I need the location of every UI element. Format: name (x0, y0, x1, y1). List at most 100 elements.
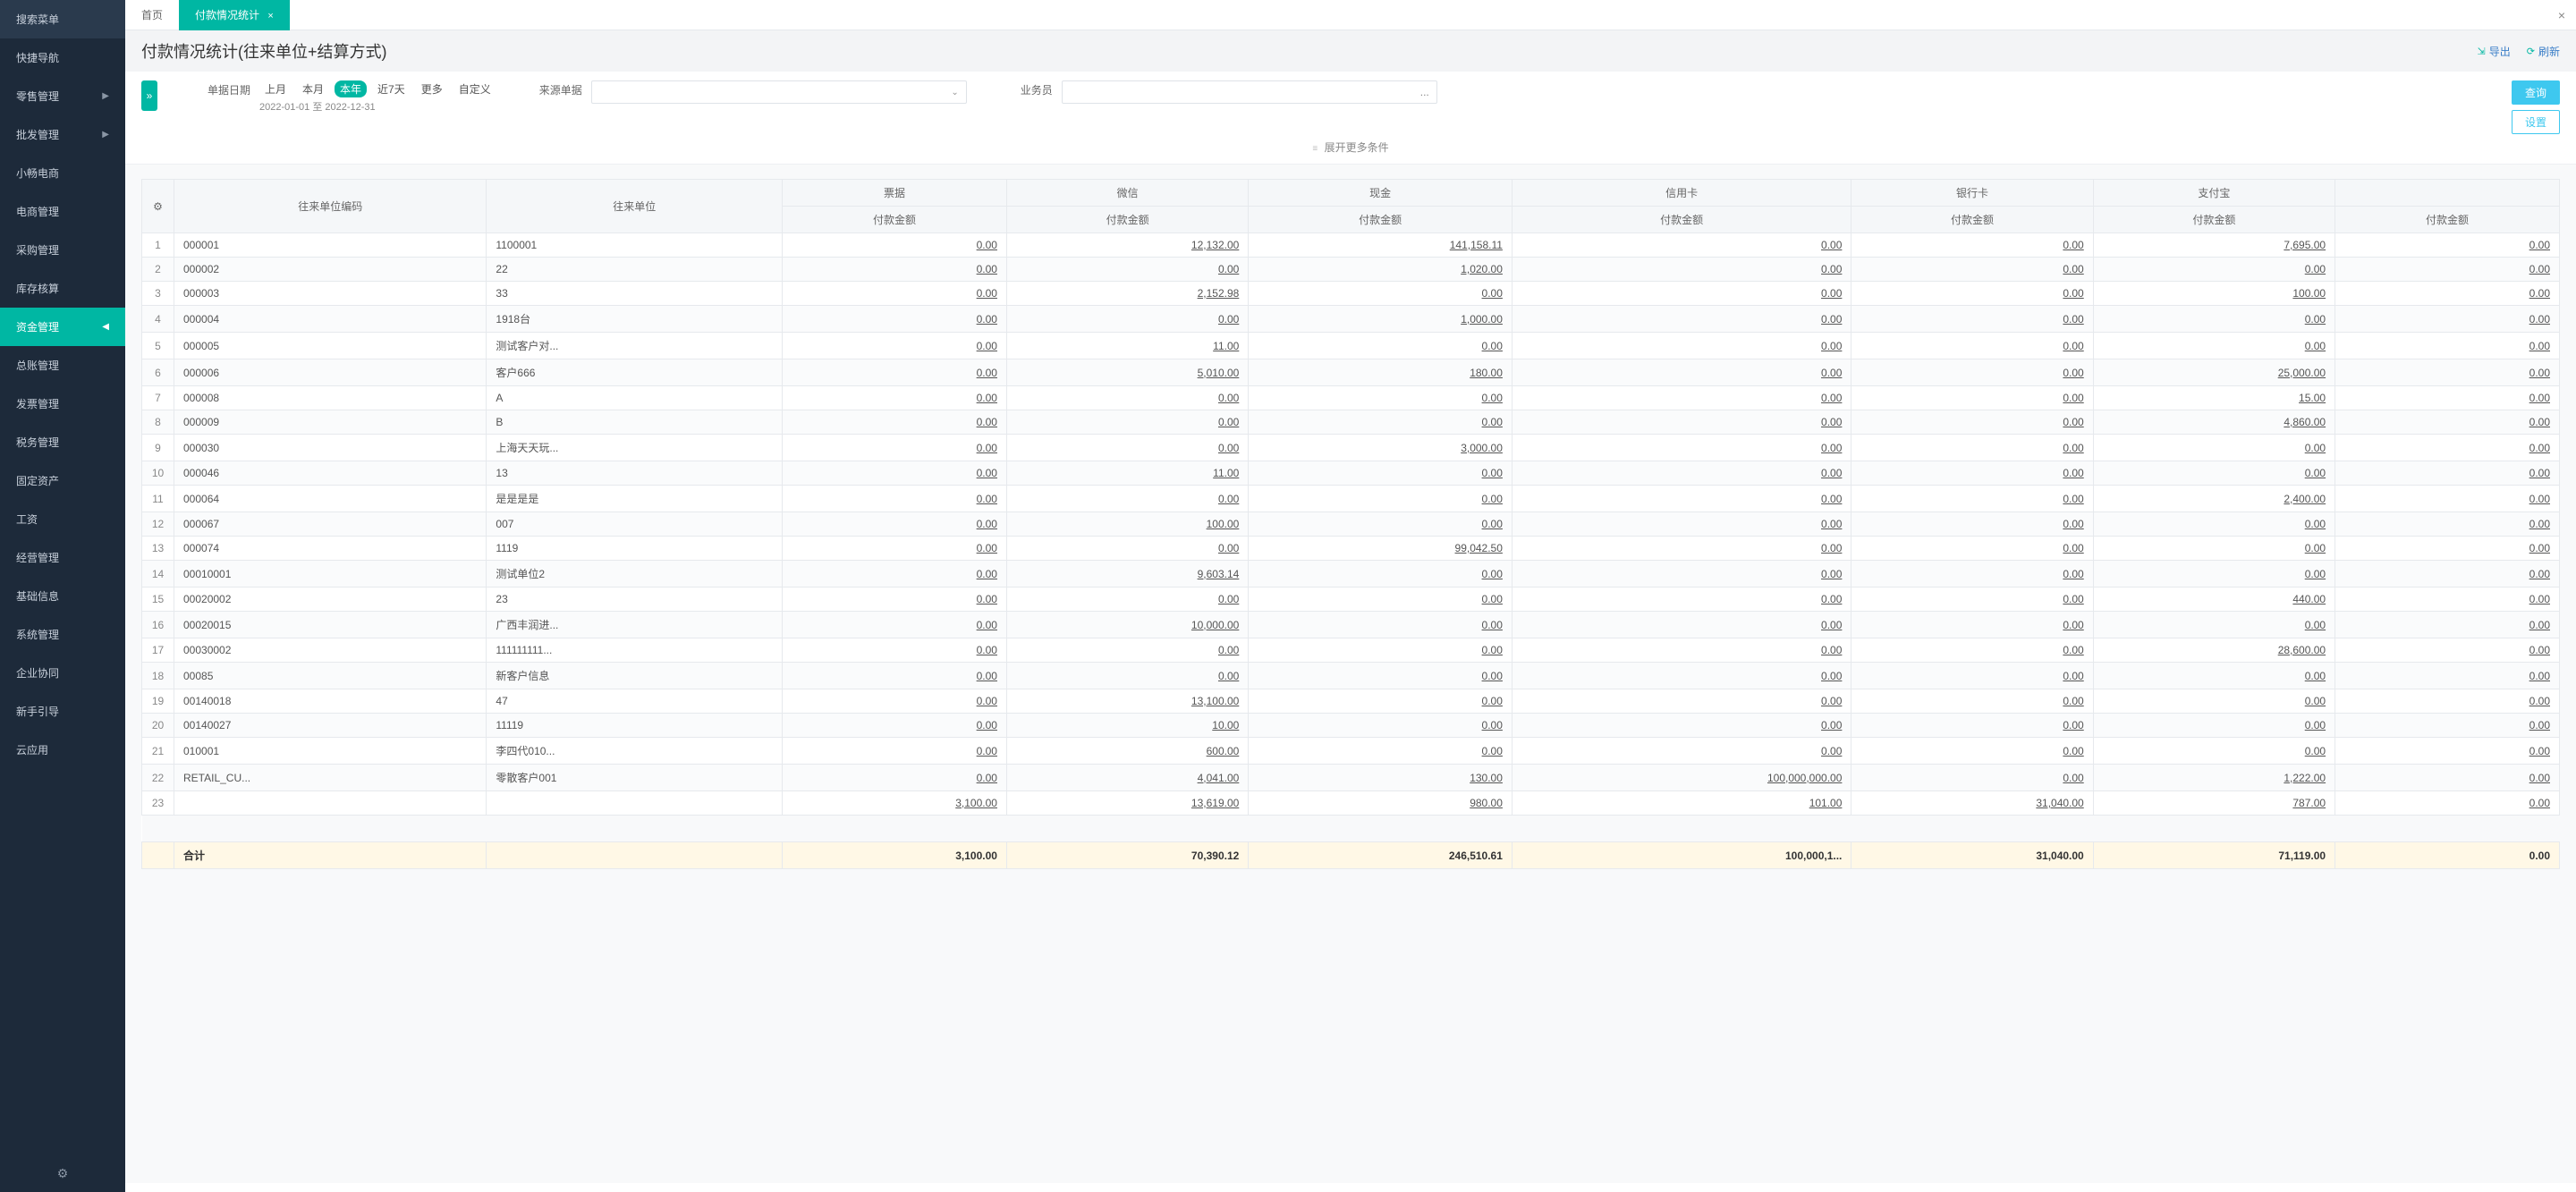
sidebar-item-6[interactable]: 采购管理 (0, 231, 125, 269)
amount-link[interactable]: 0.00 (1821, 340, 1842, 352)
amount-link[interactable]: 0.00 (1482, 719, 1503, 731)
amount-link[interactable]: 0.00 (2529, 542, 2550, 554)
amount-link[interactable]: 0.00 (2529, 392, 2550, 404)
amount-link[interactable]: 10.00 (1212, 719, 1239, 731)
amount-link[interactable]: 28,600.00 (2278, 644, 2326, 656)
col-code[interactable]: 往来单位编码 (174, 180, 487, 233)
amount-link[interactable]: 1,020.00 (1461, 263, 1503, 275)
table-row[interactable]: 21010001李四代010...0.00600.000.000.000.000… (142, 738, 2560, 765)
amount-link[interactable]: 0.00 (977, 619, 997, 631)
settings-button[interactable]: 设置 (2512, 110, 2560, 134)
amount-link[interactable]: 0.00 (1482, 695, 1503, 707)
table-row[interactable]: 7000008A0.000.000.000.000.0015.000.00 (142, 386, 2560, 410)
amount-link[interactable]: 0.00 (977, 568, 997, 580)
amount-link[interactable]: 0.00 (2529, 416, 2550, 428)
table-row[interactable]: 5000005测试客户对...0.0011.000.000.000.000.00… (142, 333, 2560, 359)
amount-link[interactable]: 0.00 (1821, 493, 1842, 505)
amount-link[interactable]: 0.00 (1821, 239, 1842, 251)
amount-link[interactable]: 101.00 (1809, 797, 1843, 809)
amount-link[interactable]: 0.00 (1218, 542, 1239, 554)
sidebar-item-1[interactable]: 快捷导航 (0, 38, 125, 77)
table-row[interactable]: 120000670070.00100.000.000.000.000.000.0… (142, 512, 2560, 537)
amount-link[interactable]: 0.00 (2063, 593, 2083, 605)
amount-link[interactable]: 0.00 (1821, 263, 1842, 275)
amount-link[interactable]: 0.00 (1821, 467, 1842, 479)
amount-link[interactable]: 0.00 (2063, 340, 2083, 352)
amount-link[interactable]: 0.00 (2063, 695, 2083, 707)
amount-link[interactable]: 0.00 (2529, 442, 2550, 454)
source-select[interactable]: ⌄ (591, 80, 967, 104)
amount-link[interactable]: 0.00 (2305, 263, 2326, 275)
sidebar-item-2[interactable]: 零售管理▶ (0, 77, 125, 115)
table-row[interactable]: 2000002220.000.001,020.000.000.000.000.0… (142, 258, 2560, 282)
col-group-1[interactable]: 微信 (1006, 180, 1248, 207)
amount-link[interactable]: 0.00 (2529, 493, 2550, 505)
amount-link[interactable]: 0.00 (977, 719, 997, 731)
amount-link[interactable]: 0.00 (2063, 367, 2083, 379)
amount-link[interactable]: 0.00 (977, 467, 997, 479)
amount-link[interactable]: 11.00 (1213, 340, 1239, 352)
amount-link[interactable]: 0.00 (1218, 670, 1239, 682)
amount-link[interactable]: 0.00 (2529, 518, 2550, 530)
amount-link[interactable]: 3,000.00 (1461, 442, 1503, 454)
table-row[interactable]: 1800085新客户信息0.000.000.000.000.000.000.00 (142, 663, 2560, 689)
amount-link[interactable]: 0.00 (977, 745, 997, 757)
amount-link[interactable]: 0.00 (2063, 263, 2083, 275)
amount-link[interactable]: 12,132.00 (1191, 239, 1239, 251)
amount-link[interactable]: 2,152.98 (1198, 287, 1240, 300)
amount-link[interactable]: 0.00 (1821, 719, 1842, 731)
amount-link[interactable]: 0.00 (2063, 670, 2083, 682)
amount-link[interactable]: 0.00 (1821, 745, 1842, 757)
export-button[interactable]: ⇲ 导出 (2478, 44, 2511, 59)
table-row[interactable]: 1900140018470.0013,100.000.000.000.000.0… (142, 689, 2560, 714)
amount-link[interactable]: 0.00 (2063, 619, 2083, 631)
amount-link[interactable]: 0.00 (1482, 670, 1503, 682)
amount-link[interactable]: 180.00 (1470, 367, 1503, 379)
amount-link[interactable]: 0.00 (1218, 416, 1239, 428)
query-button[interactable]: 查询 (2512, 80, 2560, 105)
amount-link[interactable]: 0.00 (2305, 313, 2326, 325)
col-sub-1[interactable]: 付款金额 (1006, 207, 1248, 233)
amount-link[interactable]: 0.00 (2063, 719, 2083, 731)
amount-link[interactable]: 0.00 (2305, 619, 2326, 631)
amount-link[interactable]: 0.00 (977, 287, 997, 300)
amount-link[interactable]: 0.00 (2305, 340, 2326, 352)
amount-link[interactable]: 0.00 (2529, 797, 2550, 809)
filter-collapse-handle[interactable]: » (141, 80, 157, 111)
refresh-button[interactable]: ⟳ 刷新 (2527, 44, 2560, 59)
amount-link[interactable]: 0.00 (1821, 542, 1842, 554)
amount-link[interactable]: 0.00 (2529, 670, 2550, 682)
amount-link[interactable]: 0.00 (977, 416, 997, 428)
amount-link[interactable]: 0.00 (1482, 493, 1503, 505)
date-opt-this-year[interactable]: 本年 (335, 80, 367, 97)
amount-link[interactable]: 0.00 (2305, 568, 2326, 580)
amount-link[interactable]: 0.00 (2063, 518, 2083, 530)
table-row[interactable]: 1600020015广西丰润进...0.0010,000.000.000.000… (142, 612, 2560, 638)
amount-link[interactable]: 7,695.00 (2284, 239, 2326, 251)
amount-link[interactable]: 0.00 (2529, 644, 2550, 656)
amount-link[interactable]: 100,000,000.00 (1767, 772, 1842, 784)
amount-link[interactable]: 0.00 (1821, 593, 1842, 605)
amount-link[interactable]: 99,042.50 (1455, 542, 1503, 554)
amount-link[interactable]: 0.00 (1218, 593, 1239, 605)
amount-link[interactable]: 0.00 (977, 367, 997, 379)
table-row[interactable]: 233,100.0013,619.00980.00101.0031,040.00… (142, 791, 2560, 816)
amount-link[interactable]: 0.00 (2063, 392, 2083, 404)
amount-link[interactable]: 100.00 (1207, 518, 1240, 530)
col-settings[interactable]: ⚙ (142, 180, 174, 233)
amount-link[interactable]: 11.00 (1213, 467, 1239, 479)
col-group-0[interactable]: 票据 (783, 180, 1007, 207)
sidebar-item-5[interactable]: 电商管理 (0, 192, 125, 231)
table-row[interactable]: 1400010001测试单位20.009,603.140.000.000.000… (142, 561, 2560, 588)
amount-link[interactable]: 1,000.00 (1461, 313, 1503, 325)
col-group-5[interactable]: 支付宝 (2093, 180, 2334, 207)
salesperson-input[interactable]: ... (1062, 80, 1437, 104)
amount-link[interactable]: 0.00 (977, 263, 997, 275)
table-row[interactable]: 1700030002111111111...0.000.000.000.000.… (142, 638, 2560, 663)
amount-link[interactable]: 0.00 (1821, 416, 1842, 428)
sidebar-item-17[interactable]: 企业协同 (0, 654, 125, 692)
table-row[interactable]: 1500020002230.000.000.000.000.00440.000.… (142, 588, 2560, 612)
amount-link[interactable]: 0.00 (977, 313, 997, 325)
amount-link[interactable]: 0.00 (2305, 745, 2326, 757)
amount-link[interactable]: 440.00 (2292, 593, 2326, 605)
